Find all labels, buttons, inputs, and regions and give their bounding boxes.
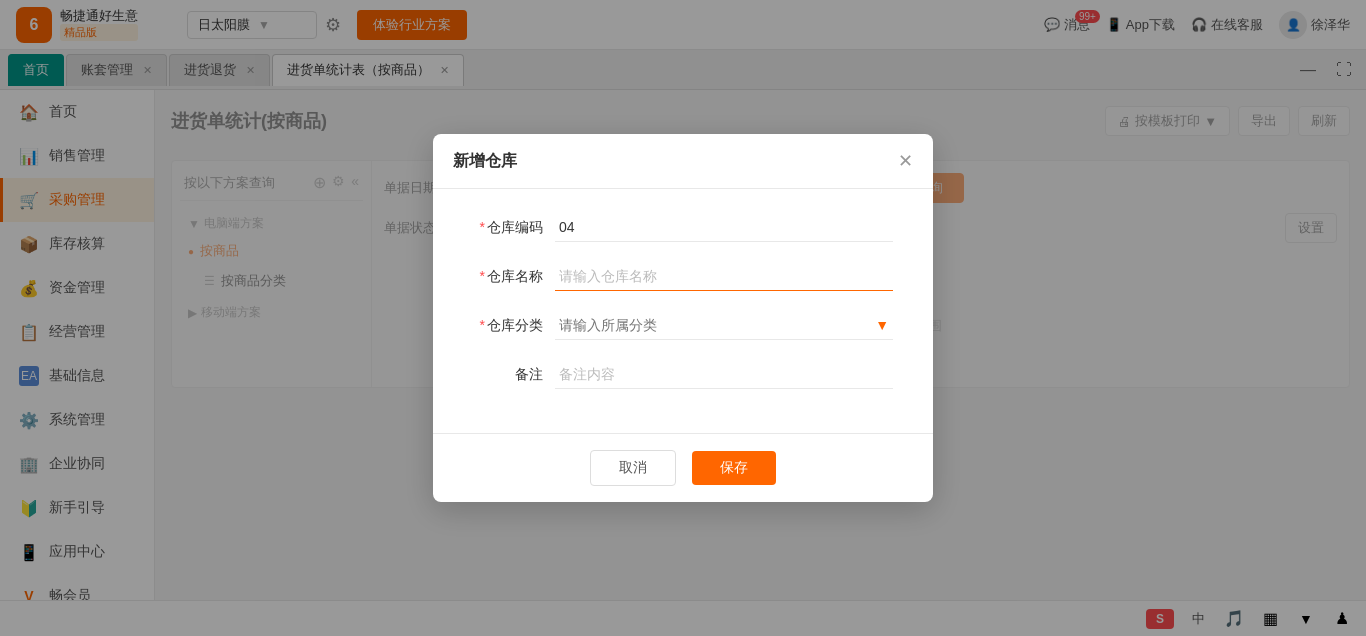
warehouse-code-label: 仓库编码	[473, 219, 543, 237]
new-warehouse-dialog: 新增仓库 ✕ 仓库编码 仓库名称 仓库分类 ▼	[433, 134, 933, 502]
remarks-row: 备注	[473, 360, 893, 389]
dialog-close-icon[interactable]: ✕	[898, 150, 913, 172]
dialog-footer: 取消 保存	[433, 433, 933, 502]
warehouse-name-row: 仓库名称	[473, 262, 893, 291]
warehouse-code-row: 仓库编码	[473, 213, 893, 242]
warehouse-category-row: 仓库分类 ▼	[473, 311, 893, 340]
dialog-title: 新增仓库	[453, 151, 517, 172]
warehouse-category-label: 仓库分类	[473, 317, 543, 335]
remarks-label: 备注	[473, 366, 543, 384]
save-button[interactable]: 保存	[692, 451, 776, 485]
warehouse-name-label: 仓库名称	[473, 268, 543, 286]
warehouse-name-input[interactable]	[555, 262, 893, 291]
dialog-header: 新增仓库 ✕	[433, 134, 933, 189]
modal-overlay: 新增仓库 ✕ 仓库编码 仓库名称 仓库分类 ▼	[0, 0, 1366, 636]
warehouse-category-select[interactable]: ▼	[555, 311, 893, 340]
category-dropdown-arrow-icon: ▼	[875, 317, 889, 333]
warehouse-code-input[interactable]	[555, 213, 893, 242]
cancel-button[interactable]: 取消	[590, 450, 676, 486]
warehouse-category-input[interactable]	[559, 317, 875, 333]
dialog-body: 仓库编码 仓库名称 仓库分类 ▼ 备注	[433, 189, 933, 433]
remarks-input[interactable]	[555, 360, 893, 389]
